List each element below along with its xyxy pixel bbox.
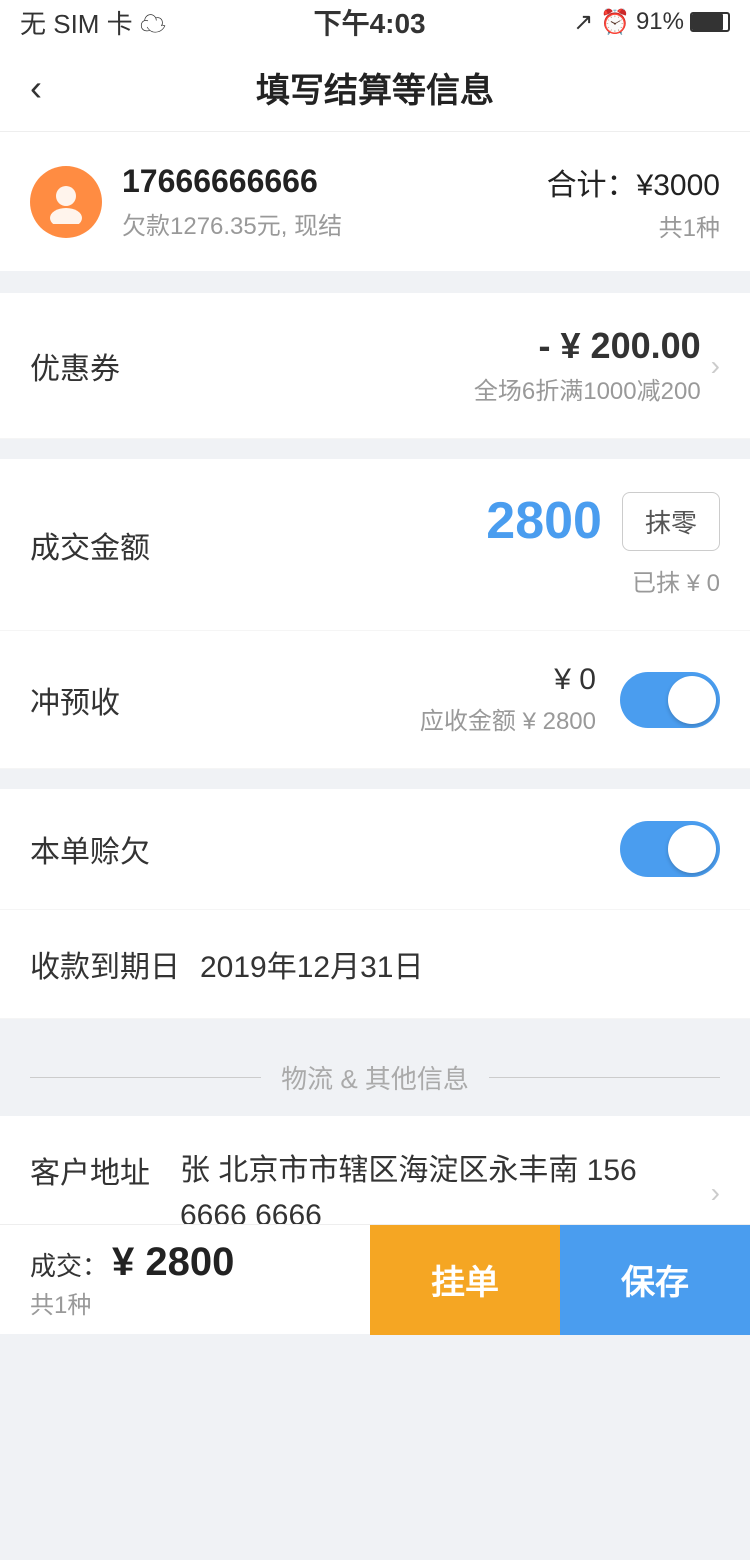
divider-2	[0, 439, 750, 459]
logistics-section-divider: 物流 & 其他信息	[0, 1039, 750, 1116]
divider-1	[0, 273, 750, 293]
avatar	[30, 166, 102, 238]
precollect-right: ¥ 0 应收金额 ¥ 2800	[420, 663, 596, 736]
debt-label: 本单赊欠	[30, 827, 150, 871]
due-date-label: 收款到期日	[30, 942, 180, 986]
bottom-deal-count: 共1种	[30, 1285, 340, 1320]
bottom-spacer	[0, 1450, 750, 1560]
total-count: 共1种	[547, 208, 720, 243]
chevron-right-icon: ›	[711, 350, 720, 382]
divider-4	[0, 1019, 750, 1039]
coupon-label: 优惠券	[30, 344, 120, 388]
save-button[interactable]: 保存	[560, 1225, 750, 1335]
deal-amount-row: 成交金额 2800 抹零 已抹 ¥ 0	[0, 459, 750, 631]
toggle-knob	[668, 676, 716, 724]
nav-bar: ‹ 填写结算等信息	[0, 44, 750, 132]
bottom-deal-label: 成交：	[30, 1246, 108, 1283]
customer-total: 合计：¥3000 共1种	[547, 160, 720, 243]
precollect-amount: ¥ 0	[554, 663, 596, 697]
debt-row: 本单赊欠	[0, 789, 750, 910]
customer-info: 17666666666 欠款1276.35元, 现结	[122, 163, 342, 241]
avatar-icon	[44, 180, 88, 224]
status-bar: 无 SIM 卡 ☁ 下午4:03 ↗ ⏰ 91%	[0, 0, 750, 44]
total-amount: 合计：¥3000	[547, 160, 720, 204]
receivable-amount: 应收金额 ¥ 2800	[420, 701, 596, 736]
back-button[interactable]: ‹	[30, 67, 90, 109]
coupon-row[interactable]: 优惠券 - ¥ 200.00 全场6折满1000减200 ›	[0, 293, 750, 439]
coupon-discount: - ¥ 200.00	[474, 325, 701, 367]
status-right: ↗ ⏰ 91%	[573, 8, 730, 37]
address-label: 客户地址	[30, 1148, 150, 1192]
pre-collect-toggle[interactable]	[620, 672, 720, 728]
address-chevron-icon: ›	[711, 1177, 720, 1209]
battery-bar	[690, 12, 730, 32]
customer-phone: 17666666666	[122, 163, 342, 200]
customer-left: 17666666666 欠款1276.35元, 现结	[30, 163, 342, 241]
due-date-row: 收款到期日 2019年12月31日	[0, 910, 750, 1019]
battery-icon: ↗ ⏰	[573, 8, 630, 37]
divider-3	[0, 769, 750, 789]
customer-debt: 欠款1276.35元, 现结	[122, 206, 342, 241]
logistics-line-right	[489, 1077, 720, 1078]
deal-amount-label: 成交金额	[30, 523, 150, 567]
battery-level: 91%	[636, 8, 684, 36]
page-title: 填写结算等信息	[256, 63, 494, 112]
pre-collect-label: 冲预收	[30, 678, 120, 722]
bottom-summary: 成交： ¥ 2800 共1种	[0, 1240, 370, 1320]
bottom-deal-amount: ¥ 2800	[112, 1240, 234, 1285]
debt-toggle-knob	[668, 825, 716, 873]
bottom-bar: 成交： ¥ 2800 共1种 挂单 保存	[0, 1224, 750, 1334]
hang-order-button[interactable]: 挂单	[370, 1225, 560, 1335]
logistics-line-left	[30, 1077, 261, 1078]
round-zero-button[interactable]: 抹零	[622, 492, 720, 551]
customer-card: 17666666666 欠款1276.35元, 现结 合计：¥3000 共1种	[0, 132, 750, 271]
coupon-description: 全场6折满1000减200	[474, 371, 701, 406]
deal-amount-value: 2800	[486, 491, 602, 551]
already-rounded-label: 已抹 ¥ 0	[632, 563, 720, 598]
status-time: 下午4:03	[314, 2, 426, 42]
status-left: 无 SIM 卡 ☁	[20, 4, 166, 41]
sim-status: 无 SIM 卡 ☁	[20, 4, 166, 41]
logistics-text: 物流 & 其他信息	[281, 1059, 469, 1096]
pre-collect-row: 冲预收 ¥ 0 应收金额 ¥ 2800	[0, 631, 750, 769]
due-date-value: 2019年12月31日	[200, 942, 423, 986]
debt-toggle[interactable]	[620, 821, 720, 877]
